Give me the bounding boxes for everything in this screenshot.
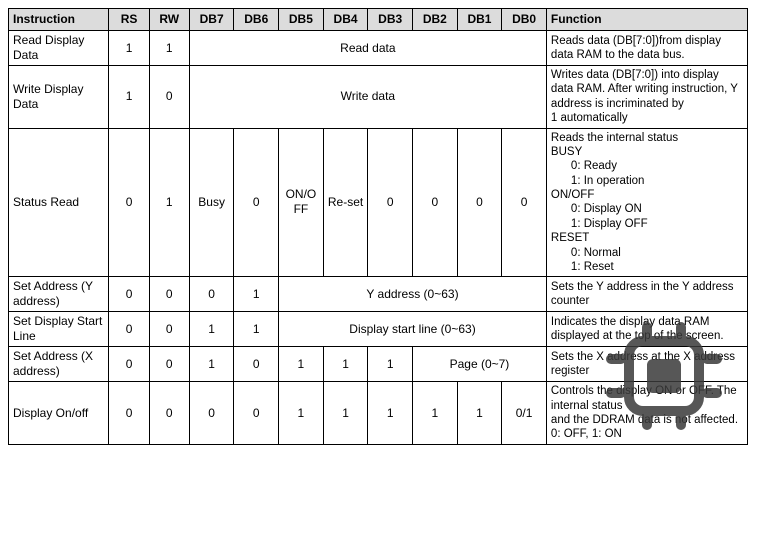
col-instruction: Instruction (9, 9, 109, 31)
cell-rs: 0 (109, 382, 149, 445)
func-line: 0: Display ON (551, 202, 642, 216)
cell-db6: 1 (234, 312, 279, 347)
cell-db4: 1 (323, 382, 368, 445)
cell-db1: 1 (457, 382, 502, 445)
cell-db2: 0 (413, 128, 458, 277)
cell-db6: 1 (234, 277, 279, 312)
func-line: Reads the internal status (551, 132, 678, 144)
col-db0: DB0 (502, 9, 547, 31)
cell-rw: 0 (149, 347, 189, 382)
cell-function: Writes data (DB[7:0]) into display data … (546, 66, 747, 129)
table-row: Set Address (X address) 0 0 1 0 1 1 1 Pa… (9, 347, 748, 382)
func-line: Controls the display ON or OFF. The inte… (551, 385, 737, 411)
cell-function: Reads data (DB[7:0])from display data RA… (546, 31, 747, 66)
cell-function: Reads the internal status BUSY 0: Ready … (546, 128, 747, 277)
cell-function: Controls the display ON or OFF. The inte… (546, 382, 747, 445)
table-row: Write Display Data 1 0 Write data Writes… (9, 66, 748, 129)
func-line: 1: Reset (551, 260, 614, 274)
func-line: 1: In operation (551, 174, 645, 188)
cell-rs: 1 (109, 31, 149, 66)
cell-function: Sets the X address at the X address regi… (546, 347, 747, 382)
col-function: Function (546, 9, 747, 31)
cell-db0: 0/1 (502, 382, 547, 445)
cell-db3: 1 (368, 347, 413, 382)
cell-rs: 1 (109, 66, 149, 129)
func-line: 1: Display OFF (551, 217, 648, 231)
func-line: and the DDRAM data is not affected. (551, 414, 738, 426)
cell-db-span: Page (0~7) (413, 347, 547, 382)
table-row: Status Read 0 1 Busy 0 ON/OFF Re-set 0 0… (9, 128, 748, 277)
col-db3: DB3 (368, 9, 413, 31)
cell-db7: 0 (189, 277, 234, 312)
cell-rs: 0 (109, 128, 149, 277)
table-row: Set Address (Y address) 0 0 0 1 Y addres… (9, 277, 748, 312)
cell-rw: 1 (149, 128, 189, 277)
col-db4: DB4 (323, 9, 368, 31)
cell-instruction: Set Address (X address) (9, 347, 109, 382)
cell-rs: 0 (109, 312, 149, 347)
func-line: BUSY (551, 146, 582, 158)
col-db5: DB5 (279, 9, 324, 31)
cell-rw: 0 (149, 382, 189, 445)
cell-rw: 0 (149, 277, 189, 312)
cell-db5: 1 (279, 382, 324, 445)
cell-instruction: Write Display Data (9, 66, 109, 129)
cell-db4: Re-set (323, 128, 368, 277)
func-line: RESET (551, 232, 589, 244)
cell-db-span: Write data (189, 66, 546, 129)
col-db2: DB2 (413, 9, 458, 31)
cell-db7: 0 (189, 382, 234, 445)
cell-function: Sets the Y address in the Y address coun… (546, 277, 747, 312)
cell-db-span: Read data (189, 31, 546, 66)
cell-db4: 1 (323, 347, 368, 382)
cell-rw: 0 (149, 312, 189, 347)
cell-rw: 1 (149, 31, 189, 66)
cell-rs: 0 (109, 347, 149, 382)
cell-rw: 0 (149, 66, 189, 129)
cell-rs: 0 (109, 277, 149, 312)
cell-db-span: Y address (0~63) (279, 277, 547, 312)
cell-db3: 0 (368, 128, 413, 277)
cell-db5: ON/OFF (279, 128, 324, 277)
col-rw: RW (149, 9, 189, 31)
func-line: ON/OFF (551, 189, 594, 201)
cell-db7: 1 (189, 312, 234, 347)
cell-db1: 0 (457, 128, 502, 277)
func-line: 0: Ready (551, 159, 617, 173)
cell-db0: 0 (502, 128, 547, 277)
cell-function: Indicates the display data RAM displayed… (546, 312, 747, 347)
table-header-row: Instruction RS RW DB7 DB6 DB5 DB4 DB3 DB… (9, 9, 748, 31)
cell-db6: 0 (234, 347, 279, 382)
cell-instruction: Set Address (Y address) (9, 277, 109, 312)
cell-instruction: Display On/off (9, 382, 109, 445)
col-db1: DB1 (457, 9, 502, 31)
table-row: Display On/off 0 0 0 0 1 1 1 1 1 0/1 Con… (9, 382, 748, 445)
table-row: Set Display Start Line 0 0 1 1 Display s… (9, 312, 748, 347)
col-db6: DB6 (234, 9, 279, 31)
cell-instruction: Status Read (9, 128, 109, 277)
cell-db6: 0 (234, 128, 279, 277)
cell-db7: 1 (189, 347, 234, 382)
func-line: 0: Normal (551, 246, 621, 260)
table-row: Read Display Data 1 1 Read data Reads da… (9, 31, 748, 66)
cell-db-span: Display start line (0~63) (279, 312, 547, 347)
cell-db3: 1 (368, 382, 413, 445)
cell-db7: Busy (189, 128, 234, 277)
instruction-table: Instruction RS RW DB7 DB6 DB5 DB4 DB3 DB… (8, 8, 748, 445)
cell-instruction: Set Display Start Line (9, 312, 109, 347)
cell-instruction: Read Display Data (9, 31, 109, 66)
func-line: 0: OFF, 1: ON (551, 428, 622, 440)
col-rs: RS (109, 9, 149, 31)
cell-db6: 0 (234, 382, 279, 445)
cell-db2: 1 (413, 382, 458, 445)
col-db7: DB7 (189, 9, 234, 31)
cell-db5: 1 (279, 347, 324, 382)
